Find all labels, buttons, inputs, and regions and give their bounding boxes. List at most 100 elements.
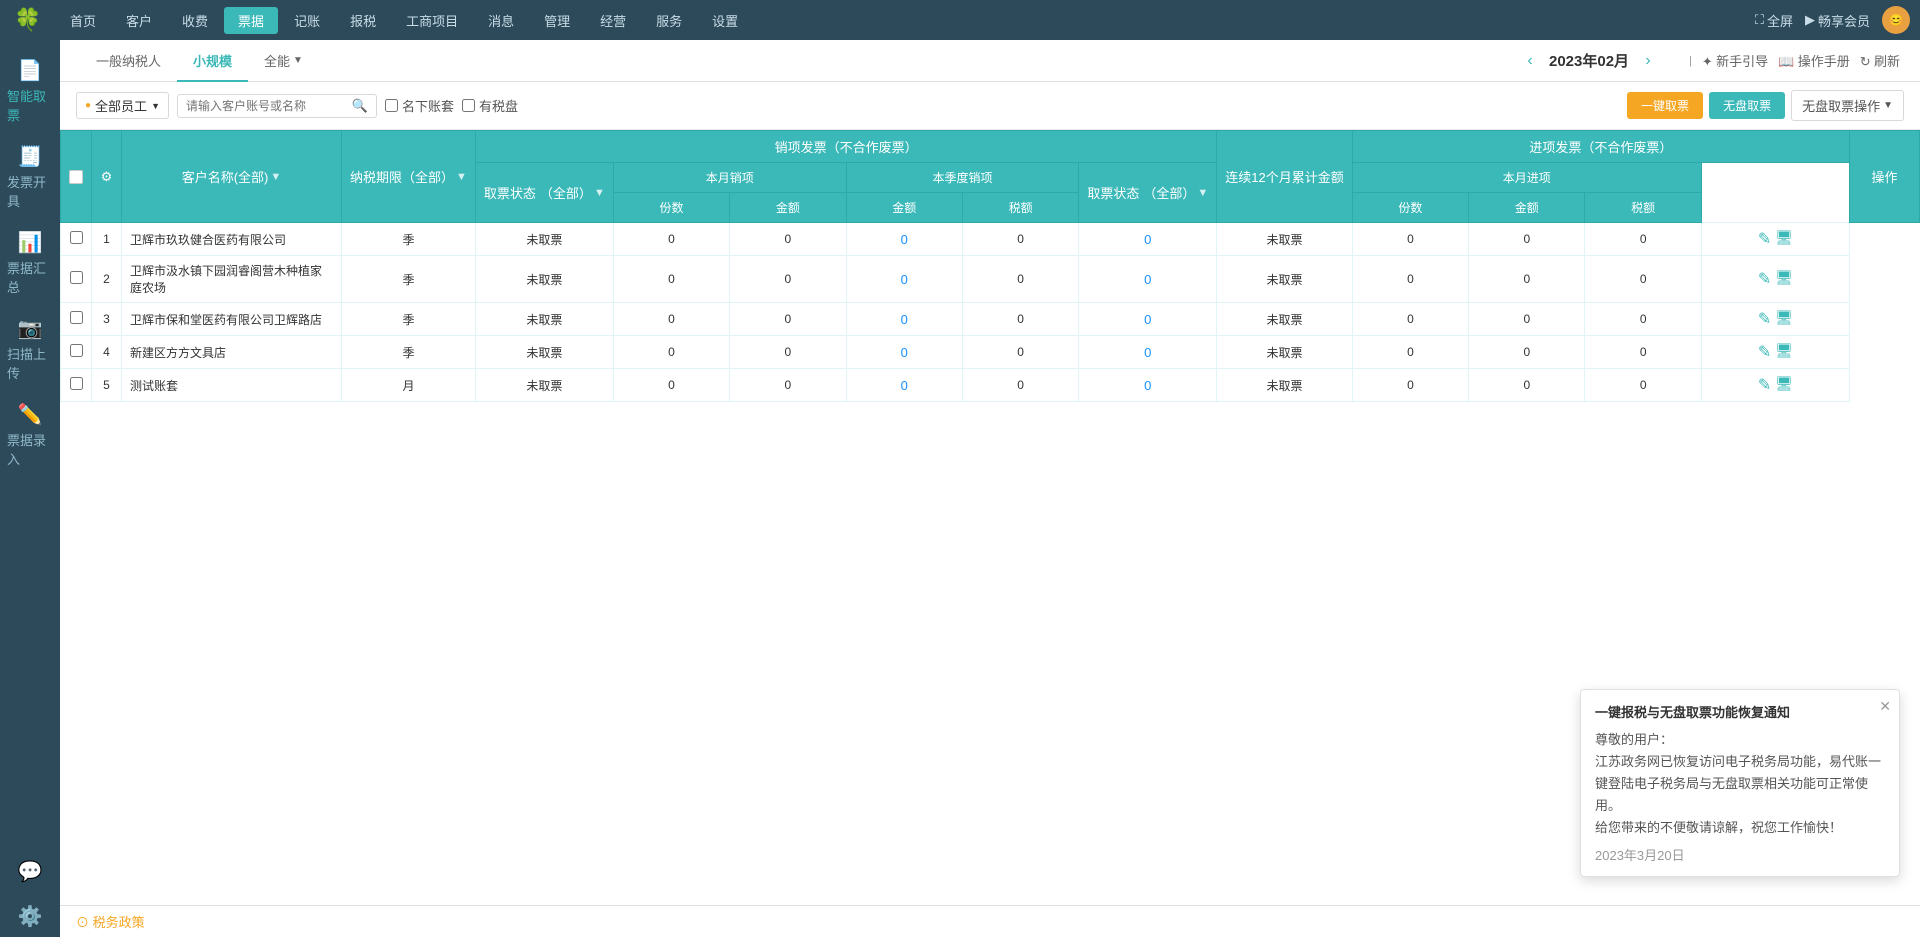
fullscreen-btn[interactable]: ⛶ 全屏 [1755,11,1793,30]
row-in-shares: 0 [1352,223,1468,256]
th-sales-status: 取票状态（全部） ▼ [475,163,613,223]
edit-icon-2[interactable]: ✎ [1758,309,1771,329]
tab-all[interactable]: 全能 ▼ [248,41,319,82]
toolbar: ● 全部员工 ▼ 🔍 名下账套 有税盘 一键取票 [60,82,1920,130]
sidebar-item-invoice-issue[interactable]: 🧾 发票开具 [3,136,57,218]
row-quarter-amount[interactable]: 0 [846,336,962,369]
row-tax-period: 季 [342,303,476,336]
row-checkbox [61,223,92,256]
search-icon[interactable]: 🔍 [352,98,368,114]
edit-icon-3[interactable]: ✎ [1758,342,1771,362]
tab-general-taxpayer[interactable]: 一般纳税人 [80,41,177,82]
row-check-3[interactable] [70,344,83,357]
row-quarter-amount[interactable]: 0 [846,369,962,402]
user-avatar[interactable]: 😊 [1882,6,1910,34]
select-all-checkbox[interactable] [69,170,83,184]
row-check-4[interactable] [70,377,83,390]
view-icon-1[interactable]: 🖥 [1775,269,1793,289]
edit-icon-0[interactable]: ✎ [1758,229,1771,249]
edit-icon-4[interactable]: ✎ [1758,375,1771,395]
in-status-filter-icon[interactable]: ▼ [1197,187,1208,199]
view-icon-4[interactable]: 🖥 [1775,375,1793,395]
row-month-shares: 0 [613,223,729,256]
under-name-checkbox[interactable]: 名下账套 [385,96,454,115]
row-client-name: 新建区方方文具店 [122,336,342,369]
sidebar-item-invoice-entry[interactable]: ✏️ 票据录入 [3,394,57,476]
row-cumulative[interactable]: 0 [1079,223,1217,256]
sidebar-item-scan-upload[interactable]: 📷 扫描上传 [3,308,57,390]
th-month-sales-shares: 份数 [613,193,729,223]
row-client-name: 卫辉市汲水镇下园润睿阁营木种植家庭农场 [122,256,342,303]
has-tax-disk-check[interactable] [462,99,475,112]
manual-btn[interactable]: 📖 操作手册 [1778,51,1850,70]
row-sales-status: 未取票 [475,223,613,256]
nav-tax[interactable]: 报税 [336,7,390,34]
nav-operation[interactable]: 经营 [586,7,640,34]
notification-body: 尊敬的用户： 江苏政务网已恢复访问电子税务局功能，易代账一键登陆电子税务局与无盘… [1595,729,1885,839]
row-cumulative[interactable]: 0 [1079,369,1217,402]
smart-ticket-icon: 📄 [18,58,43,83]
sidebar-item-help[interactable]: 💬 [3,851,57,892]
th-month-sales: 本月销项 [613,163,846,193]
table-body: 1 卫辉市玖玖健合医药有限公司 季 未取票 0 0 0 0 0 未取票 0 0 … [61,223,1920,402]
new-guide-btn[interactable]: ✦ 新手引导 [1702,51,1768,70]
client-filter-icon[interactable]: ▼ [270,171,281,183]
row-tax-period: 季 [342,256,476,303]
nav-settings[interactable]: 设置 [698,7,752,34]
sales-status-filter-icon[interactable]: ▼ [594,187,605,199]
settings-icon[interactable]: ⚙ [101,169,113,184]
th-month-sales-amount: 金额 [730,193,846,223]
row-cumulative[interactable]: 0 [1079,336,1217,369]
view-icon-2[interactable]: 🖥 [1775,309,1793,329]
row-client-name: 测试账套 [122,369,342,402]
row-check-0[interactable] [70,231,83,244]
row-quarter-amount[interactable]: 0 [846,256,962,303]
sidebar-item-invoice-summary[interactable]: 📊 票据汇总 [3,222,57,304]
row-in-tax: 0 [1585,223,1701,256]
star-icon: ✦ [1702,54,1713,69]
refresh-btn[interactable]: ↻ 刷新 [1860,51,1900,70]
next-month-btn[interactable]: › [1637,50,1659,72]
sidebar-item-smart-ticket[interactable]: 📄 智能取票 [3,50,57,132]
edit-icon-1[interactable]: ✎ [1758,269,1771,289]
bottom-bar: ⊙ 税务政策 [60,905,1920,937]
one-key-ticket-btn[interactable]: 一键取票 [1627,92,1703,119]
fullscreen-icon: ⛶ [1755,12,1764,28]
search-input[interactable] [186,99,348,113]
no-disk-ops-btn[interactable]: 无盘取票操作 ▼ [1791,90,1904,121]
row-cumulative[interactable]: 0 [1079,256,1217,303]
notification-close-btn[interactable]: ✕ [1879,698,1891,715]
nav-billing[interactable]: 收费 [168,7,222,34]
prev-month-btn[interactable]: ‹ [1519,50,1541,72]
row-quarter-tax: 0 [962,303,1078,336]
nav-business[interactable]: 工商项目 [392,7,472,34]
row-actions: ✎ 🖥 [1701,303,1849,336]
tax-period-filter-icon[interactable]: ▼ [456,171,467,183]
nav-home[interactable]: 首页 [56,7,110,34]
nav-clients[interactable]: 客户 [112,7,166,34]
employee-select[interactable]: ● 全部员工 ▼ [76,92,169,119]
invoice-entry-icon: ✏️ [18,402,43,427]
view-icon-3[interactable]: 🖥 [1775,342,1793,362]
under-name-check[interactable] [385,99,398,112]
nav-manage[interactable]: 管理 [530,7,584,34]
member-btn[interactable]: ▶ 畅享会员 [1805,11,1870,30]
row-check-1[interactable] [70,271,83,284]
nav-service[interactable]: 服务 [642,7,696,34]
has-tax-disk-checkbox[interactable]: 有税盘 [462,96,518,115]
row-quarter-amount[interactable]: 0 [846,303,962,336]
view-icon-0[interactable]: 🖥 [1775,229,1793,249]
tab-small-scale[interactable]: 小规模 [177,41,248,82]
row-cumulative[interactable]: 0 [1079,303,1217,336]
nav-message[interactable]: 消息 [474,7,528,34]
sub-tab-right: ‹ 2023年02月 › | ✦ 新手引导 📖 操作手册 ↻ 刷新 [1519,50,1900,72]
no-disk-ticket-btn[interactable]: 无盘取票 [1709,92,1785,119]
row-quarter-amount[interactable]: 0 [846,223,962,256]
th-quarter-sales: 本季度销项 [846,163,1079,193]
th-client: 客户名称(全部) ▼ [122,131,342,223]
nav-accounting[interactable]: 记账 [280,7,334,34]
row-check-2[interactable] [70,311,83,324]
tax-policy-link[interactable]: ⊙ 税务政策 [76,912,145,931]
sidebar-item-settings-bottom[interactable]: ⚙️ [3,896,57,937]
nav-invoices[interactable]: 票据 [224,7,278,34]
